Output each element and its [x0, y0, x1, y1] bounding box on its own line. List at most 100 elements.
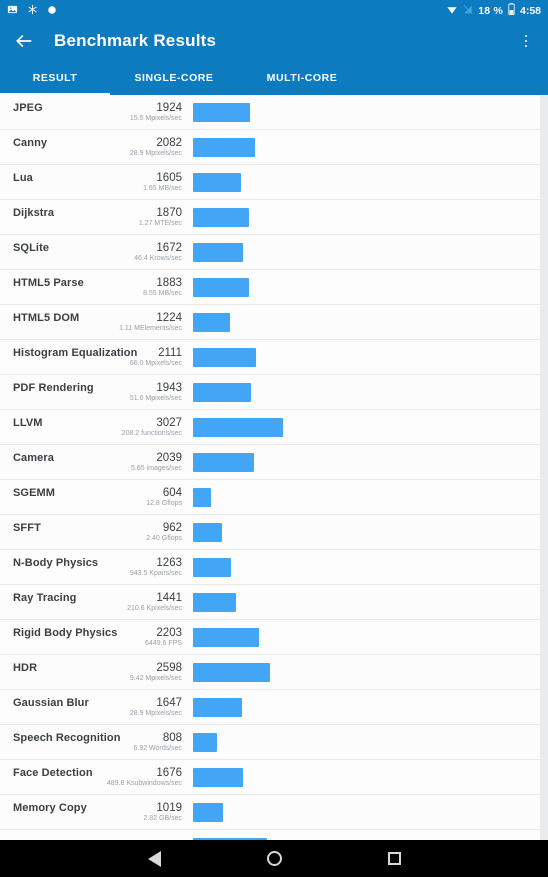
table-row[interactable]: Memory Copy 1019 2.82 GB/sec: [0, 795, 540, 830]
table-row[interactable]: Camera 2039 5.65 images/sec: [0, 445, 540, 480]
tab-label: SINGLE-CORE: [134, 71, 214, 84]
row-primary-line: SFFT 962: [13, 522, 188, 534]
benchmark-score: 1605: [156, 172, 182, 184]
status-bar-right-icons: 18 % 4:58: [446, 2, 541, 20]
table-row[interactable]: SQLite 1672 46.4 Krows/sec: [0, 235, 540, 270]
benchmark-name: Dijkstra: [13, 207, 55, 219]
battery-percent-label: 18 %: [478, 5, 503, 17]
table-row[interactable]: SFFT 962 2.40 Gflops: [0, 515, 540, 550]
benchmark-score: 1870: [156, 207, 182, 219]
table-row[interactable]: Ray Tracing 1441 210.6 Kpixels/sec: [0, 585, 540, 620]
benchmark-result-list[interactable]: JPEG 1924 15.5 Mpixels/sec Canny 2082 28.9 Mp…: [0, 95, 548, 840]
tab-result[interactable]: RESULT: [0, 60, 110, 95]
benchmark-score: 1883: [156, 277, 182, 289]
wifi-icon: [446, 2, 458, 20]
row-primary-line: Speech Recognition 808: [13, 732, 188, 744]
bar-cell: [188, 585, 540, 619]
score-bar: [193, 452, 254, 472]
row-text-group: Ray Tracing 1441 210.6 Kpixels/sec: [13, 585, 188, 619]
benchmark-name: Speech Recognition: [13, 732, 121, 744]
dot-icon: [47, 2, 57, 20]
overflow-menu-icon[interactable]: [518, 31, 534, 51]
row-text-group: SFFT 962 2.40 Gflops: [13, 515, 188, 549]
table-row[interactable]: Canny 2082 28.9 Mpixels/sec: [0, 130, 540, 165]
table-row[interactable]: N-Body Physics 1263 943.5 Kpairs/sec: [0, 550, 540, 585]
bar-cell: [188, 550, 540, 584]
bar-cell: [188, 95, 540, 129]
benchmark-name: PDF Rendering: [13, 382, 94, 394]
table-row[interactable]: Lua 1605 1.65 MB/sec: [0, 165, 540, 200]
benchmark-score: 2203: [156, 627, 182, 639]
benchmark-rate: 66.0 Mpixels/sec: [129, 360, 182, 367]
benchmark-score: 1263: [156, 557, 182, 569]
row-text-group: Gaussian Blur 1647 28.9 Mpixels/sec: [13, 690, 188, 724]
table-row[interactable]: JPEG 1924 15.5 Mpixels/sec: [0, 95, 540, 130]
nav-recents-button[interactable]: [334, 852, 454, 865]
bar-cell: [188, 305, 540, 339]
status-bar-left-icons: [7, 2, 57, 20]
benchmark-score: 1924: [156, 102, 182, 114]
table-row[interactable]: Dijkstra 1870 1.27 MTE/sec: [0, 200, 540, 235]
table-row[interactable]: SGEMM 604 12.8 Gflops: [0, 480, 540, 515]
score-bar: [193, 137, 255, 157]
table-row[interactable]: Histogram Equalization 2111 66.0 Mpixels/s…: [0, 340, 540, 375]
benchmark-rate: 46.4 Krows/sec: [134, 255, 182, 262]
bar-cell: [188, 760, 540, 794]
row-primary-line: SQLite 1672: [13, 242, 188, 254]
row-text-group: Rigid Body Physics 2203 6449.6 FPS: [13, 620, 188, 654]
tab-multi-core[interactable]: MULTI-CORE: [238, 60, 366, 95]
benchmark-rate: 6.92 Words/sec: [133, 745, 182, 752]
benchmark-name: Rigid Body Physics: [13, 627, 118, 639]
score-bar: [193, 347, 256, 367]
row-text-group: PDF Rendering 1943 51.6 Mpixels/sec: [13, 375, 188, 409]
back-arrow-icon[interactable]: [14, 31, 34, 51]
benchmark-name: SQLite: [13, 242, 50, 254]
image-icon: [7, 2, 18, 20]
row-primary-line: HTML5 DOM 1224: [13, 312, 188, 324]
benchmark-rate: 2.40 Gflops: [146, 535, 182, 542]
table-row[interactable]: Memory Latency2489: [0, 830, 540, 840]
bar-cell: [188, 200, 540, 234]
row-text-group: Dijkstra 1870 1.27 MTE/sec: [13, 200, 188, 234]
benchmark-score: 1943: [156, 382, 182, 394]
benchmark-score: 2598: [156, 662, 182, 674]
benchmark-rate: 1.65 MB/sec: [143, 185, 182, 192]
score-bar: [193, 557, 231, 577]
table-row[interactable]: Face Detection 1676 489.8 Ksubwindows/sec: [0, 760, 540, 795]
score-bar: [193, 592, 236, 612]
row-primary-line: Histogram Equalization 2111: [13, 347, 188, 359]
nav-home-button[interactable]: [214, 851, 334, 866]
signal-off-icon: [463, 2, 473, 20]
benchmark-rate: 15.5 Mpixels/sec: [129, 115, 182, 122]
nav-back-button[interactable]: [94, 850, 214, 867]
table-row[interactable]: HDR 2598 9.42 Mpixels/sec: [0, 655, 540, 690]
bar-cell: [188, 690, 540, 724]
score-bar: [193, 697, 243, 717]
row-primary-line: N-Body Physics 1263: [13, 557, 188, 569]
score-bar: [193, 277, 250, 297]
table-row[interactable]: PDF Rendering 1943 51.6 Mpixels/sec: [0, 375, 540, 410]
benchmark-name: HTML5 Parse: [13, 277, 84, 289]
benchmark-score: 1441: [156, 592, 182, 604]
table-row[interactable]: Rigid Body Physics 2203 6449.6 FPS: [0, 620, 540, 655]
benchmark-name: JPEG: [13, 102, 43, 114]
row-primary-line: PDF Rendering 1943: [13, 382, 188, 394]
page-title: Benchmark Results: [54, 31, 217, 50]
table-row[interactable]: LLVM 3027 208.2 functions/sec: [0, 410, 540, 445]
score-bar: [193, 767, 243, 787]
benchmark-score: 2039: [156, 452, 182, 464]
table-row[interactable]: HTML5 DOM 1224 1.11 MElements/sec: [0, 305, 540, 340]
tab-single-core[interactable]: SINGLE-CORE: [110, 60, 238, 95]
benchmark-score: 1647: [156, 697, 182, 709]
table-row[interactable]: HTML5 Parse 1883 8.55 MB/sec: [0, 270, 540, 305]
benchmark-name: Lua: [13, 172, 33, 184]
benchmark-name: Camera: [13, 452, 54, 464]
table-row[interactable]: Gaussian Blur 1647 28.9 Mpixels/sec: [0, 690, 540, 725]
tab-label: MULTI-CORE: [266, 71, 338, 84]
score-bar: [193, 312, 230, 332]
clock-label: 4:58: [519, 5, 541, 17]
table-row[interactable]: Speech Recognition 808 6.92 Words/sec: [0, 725, 540, 760]
row-text-group: JPEG 1924 15.5 Mpixels/sec: [13, 95, 188, 129]
benchmark-rate: 2.82 GB/sec: [143, 815, 182, 822]
tab-bar: RESULT SINGLE-CORE MULTI-CORE: [0, 60, 548, 95]
